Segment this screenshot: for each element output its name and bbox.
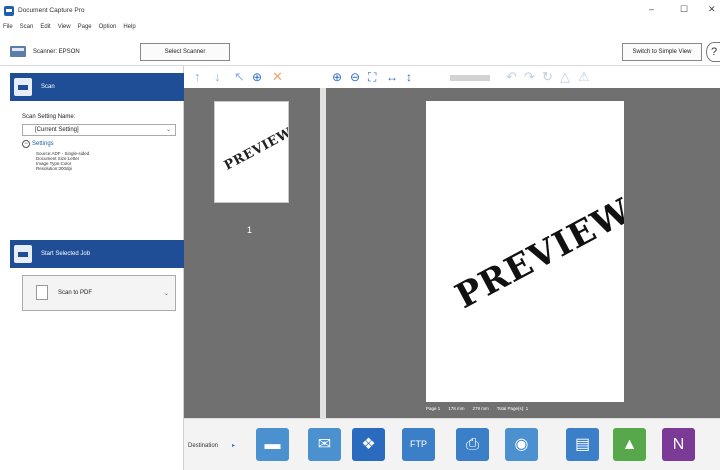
minimize-button[interactable]: – xyxy=(649,4,654,14)
menu-file[interactable]: File xyxy=(0,22,17,34)
mirror-icon[interactable]: ⚠ xyxy=(578,70,590,84)
window-title: Document Capture Pro xyxy=(18,7,85,14)
delete-page-icon[interactable]: ✕ xyxy=(272,70,283,84)
menu-view[interactable]: View xyxy=(55,22,75,34)
preview-page[interactable]: PREVIEW xyxy=(426,101,624,402)
start-job-header[interactable]: Start Selected Job xyxy=(10,240,184,268)
preview-text: PREVIEW xyxy=(448,191,624,317)
rotate-left-icon[interactable]: ↶ xyxy=(506,70,517,84)
zoom-out-icon[interactable]: ⊖ xyxy=(350,70,360,84)
page-thumbnail[interactable]: PREVIEW xyxy=(214,101,289,203)
destination-bar: Destination ▸ ▬ ✉ ❖ FTP ⎙ ◉ ▤ ▲ N xyxy=(184,418,720,470)
menu-bar: File Scan Edit View Page Option Help xyxy=(0,22,140,34)
menu-help[interactable]: Help xyxy=(120,22,139,34)
scanner-icon xyxy=(10,46,26,57)
status-total: Total Page(s): 1 xyxy=(496,406,529,411)
add-page-icon[interactable]: ⊕ xyxy=(252,70,262,84)
start-job-label: Start Selected Job xyxy=(41,251,91,257)
status-height: 279 mm xyxy=(472,406,489,411)
scan-header-label: Scan xyxy=(41,84,55,90)
flip-icon[interactable]: △ xyxy=(560,70,570,84)
page-status: Page 1 178 mm 279 mm Total Page(s): 1 xyxy=(426,406,626,411)
fit-width-icon[interactable]: ↔ xyxy=(386,70,398,84)
move-up-icon[interactable]: ↑ xyxy=(194,70,201,84)
menu-scan[interactable]: Scan xyxy=(17,22,38,34)
zoom-in-icon[interactable]: ⊕ xyxy=(332,70,342,84)
preview-panel: PREVIEW Page 1 178 mm 279 mm Total Page(… xyxy=(326,88,720,418)
maximize-button[interactable]: ☐ xyxy=(680,4,688,15)
settings-resolution: Resolution:300dpi xyxy=(36,166,73,171)
scan-setting-select[interactable]: [Current Setting] ⌄ xyxy=(22,124,176,136)
destination-email[interactable]: ✉ xyxy=(308,428,341,461)
collapse-icon[interactable]: − xyxy=(22,140,30,148)
scan-icon xyxy=(14,78,32,96)
menu-option[interactable]: Option xyxy=(96,22,121,34)
zoom-slider[interactable] xyxy=(450,75,490,81)
destination-sharepoint[interactable]: ▤ xyxy=(566,428,599,461)
destination-dropbox[interactable]: ❖ xyxy=(352,428,385,461)
scan-setting-name-label: Scan Setting Name: xyxy=(22,114,76,120)
destination-network-folder[interactable]: ◉ xyxy=(505,428,538,461)
fit-height-icon[interactable]: ↕ xyxy=(406,70,412,84)
start-job-icon xyxy=(14,245,32,263)
document-icon xyxy=(36,285,48,300)
scanner-bar: Scanner: EPSON Select Scanner Switch to … xyxy=(0,38,720,66)
destination-label: Destination xyxy=(188,443,219,449)
destination-evernote[interactable]: ▲ xyxy=(613,428,646,461)
select-scanner-button[interactable]: Select Scanner xyxy=(140,43,230,61)
scan-setting-value: [Current Setting] xyxy=(35,127,79,133)
switch-simple-view-button[interactable]: Switch to Simple View xyxy=(622,43,702,61)
settings-link-label: Settings xyxy=(32,141,54,147)
settings-details: Source:ADF - Single-sided Document Size:… xyxy=(36,151,89,171)
rotate-right-icon[interactable]: ↷ xyxy=(524,70,535,84)
rotate-180-icon[interactable]: ↻ xyxy=(542,70,553,84)
status-width: 178 mm xyxy=(448,406,465,411)
thumbnail-preview-text: PREVIEW xyxy=(221,125,289,174)
thumbnail-page-number: 1 xyxy=(247,225,253,235)
menu-page[interactable]: Page xyxy=(75,22,96,34)
help-button[interactable]: ? xyxy=(706,42,720,62)
destination-folder[interactable]: ▬ xyxy=(256,428,289,461)
job-select-value: Scan to PDF xyxy=(58,290,93,296)
pointer-icon[interactable]: ↖ xyxy=(234,70,245,84)
scan-section-header[interactable]: Scan xyxy=(10,73,184,101)
chevron-right-icon: ▸ xyxy=(232,443,236,449)
fit-page-icon[interactable]: ⛶ xyxy=(368,70,376,84)
job-select[interactable]: Scan to PDF ⌄ xyxy=(22,275,176,311)
app-icon xyxy=(4,6,14,16)
thumbnail-panel: PREVIEW 1 xyxy=(184,88,320,418)
destination-ftp[interactable]: FTP xyxy=(402,428,435,461)
chevron-down-icon: ⌄ xyxy=(165,127,171,133)
close-button[interactable]: ✕ xyxy=(708,4,716,15)
settings-link[interactable]: − Settings xyxy=(22,140,54,148)
status-page: Page 1 xyxy=(426,406,441,411)
destination-onenote[interactable]: N xyxy=(662,428,695,461)
chevron-down-icon: ⌄ xyxy=(163,291,169,297)
title-bar: Document Capture Pro – ☐ ✕ xyxy=(0,0,720,20)
destination-print[interactable]: ⎙ xyxy=(456,428,489,461)
toolbar: ↑ ↓ ↖ ⊕ ✕ ⊕ ⊖ ⛶ ↔ ↕ ↶ ↷ ↻ △ ⚠ xyxy=(184,66,720,88)
move-down-icon[interactable]: ↓ xyxy=(214,70,221,84)
menu-edit[interactable]: Edit xyxy=(37,22,54,34)
scanner-label: Scanner: EPSON xyxy=(33,49,80,55)
